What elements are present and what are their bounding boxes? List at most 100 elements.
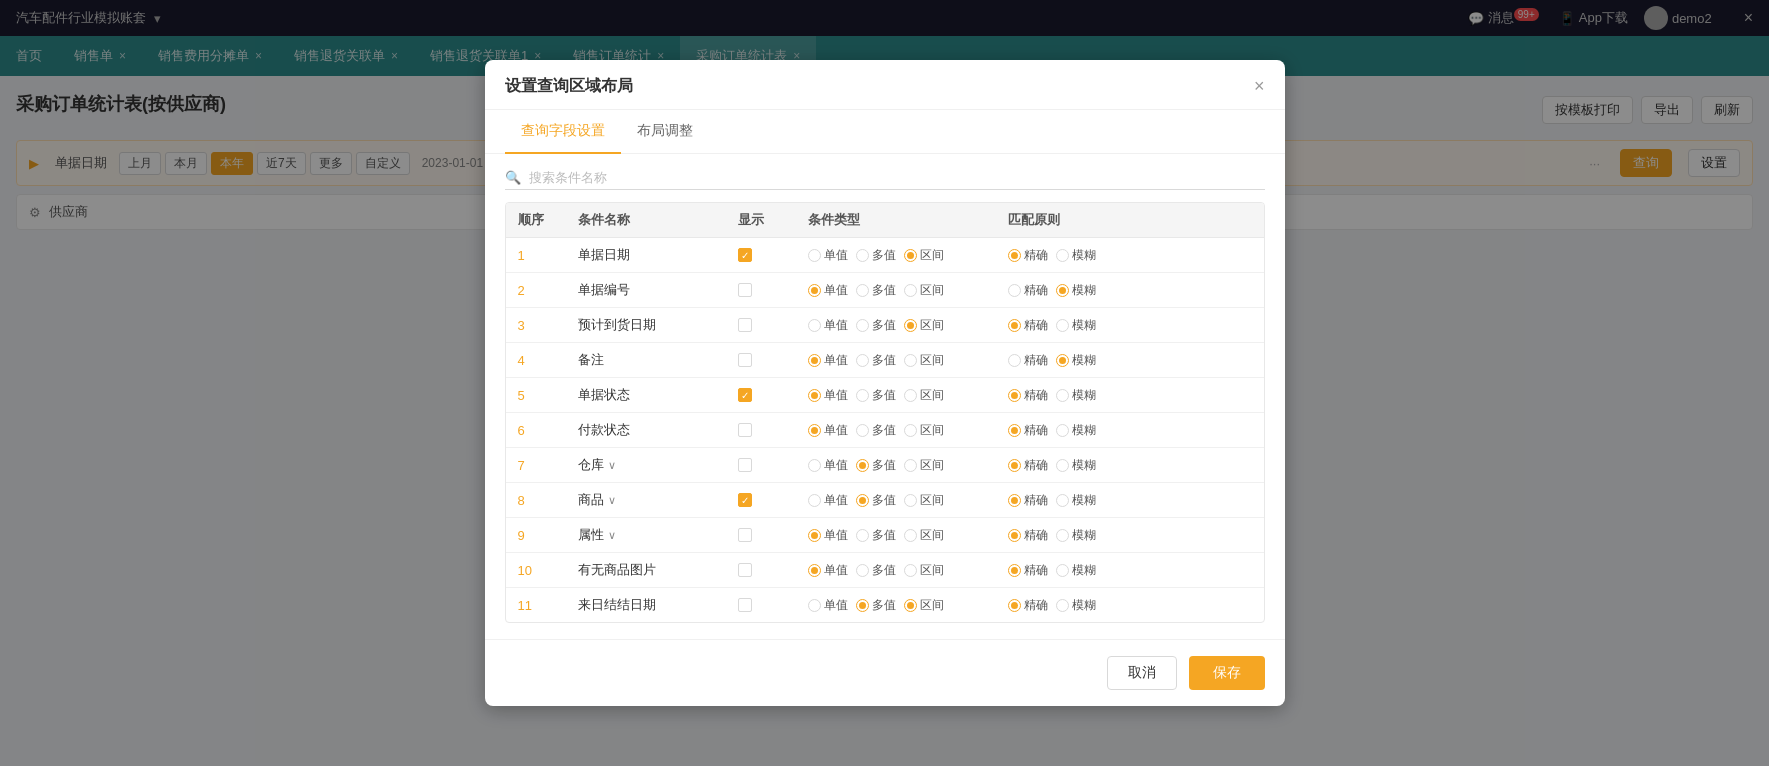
radio-multi[interactable]: 多值: [856, 492, 896, 509]
row-num: 2: [518, 283, 578, 298]
radio-range[interactable]: 区间: [904, 352, 944, 369]
radio-circle: [808, 354, 821, 367]
radio-single[interactable]: 单值: [808, 562, 848, 579]
radio-exact[interactable]: 精确: [1008, 282, 1048, 299]
table-header-row: 顺序 条件名称 显示 条件类型 匹配原则: [506, 203, 1264, 238]
condition-type-group: 单值 多值 区间: [808, 492, 1008, 509]
radio-single[interactable]: 单值: [808, 247, 848, 264]
radio-single[interactable]: 单值: [808, 282, 848, 299]
radio-exact[interactable]: 精确: [1008, 492, 1048, 509]
radio-exact[interactable]: 精确: [1008, 562, 1048, 579]
radio-single[interactable]: 单值: [808, 422, 848, 439]
radio-range[interactable]: 区间: [904, 492, 944, 509]
radio-range[interactable]: 区间: [904, 387, 944, 404]
row-num: 7: [518, 458, 578, 473]
radio-single[interactable]: 单值: [808, 492, 848, 509]
row-num: 11: [518, 598, 578, 613]
radio-range[interactable]: 区间: [904, 317, 944, 334]
table-row: 9属性 ∨ 单值 多值 区间 精确 模糊: [506, 518, 1264, 553]
radio-exact[interactable]: 精确: [1008, 457, 1048, 474]
radio-fuzzy[interactable]: 模糊: [1056, 597, 1096, 614]
radio-exact[interactable]: 精确: [1008, 247, 1048, 264]
radio-single[interactable]: 单值: [808, 457, 848, 474]
radio-multi[interactable]: 多值: [856, 457, 896, 474]
radio-fuzzy[interactable]: 模糊: [1056, 457, 1096, 474]
row-name: 商品 ∨: [578, 491, 738, 509]
radio-exact[interactable]: 精确: [1008, 317, 1048, 334]
radio-multi[interactable]: 多值: [856, 527, 896, 544]
radio-exact[interactable]: 精确: [1008, 422, 1048, 439]
radio-circle: [808, 529, 821, 542]
display-checkbox[interactable]: [738, 283, 752, 297]
radio-multi[interactable]: 多值: [856, 247, 896, 264]
radio-single[interactable]: 单值: [808, 352, 848, 369]
save-button[interactable]: 保存: [1189, 656, 1265, 690]
display-checkbox[interactable]: [738, 598, 752, 612]
display-checkbox[interactable]: [738, 248, 752, 262]
radio-single[interactable]: 单值: [808, 317, 848, 334]
display-checkbox[interactable]: [738, 493, 752, 507]
radio-circle: [808, 424, 821, 437]
radio-range[interactable]: 区间: [904, 282, 944, 299]
radio-circle: [808, 249, 821, 262]
radio-exact[interactable]: 精确: [1008, 597, 1048, 614]
dialog-tab-layout[interactable]: 布局调整: [621, 110, 709, 154]
display-checkbox[interactable]: [738, 458, 752, 472]
dialog-tab-fields[interactable]: 查询字段设置: [505, 110, 621, 154]
radio-range[interactable]: 区间: [904, 562, 944, 579]
radio-exact[interactable]: 精确: [1008, 527, 1048, 544]
dialog-close-button[interactable]: ×: [1254, 76, 1265, 97]
display-checkbox[interactable]: [738, 423, 752, 437]
radio-exact[interactable]: 精确: [1008, 387, 1048, 404]
radio-fuzzy[interactable]: 模糊: [1056, 282, 1096, 299]
display-checkbox[interactable]: [738, 528, 752, 542]
radio-multi[interactable]: 多值: [856, 597, 896, 614]
match-rule-group: 精确 模糊: [1008, 317, 1208, 334]
row-name: 付款状态: [578, 421, 738, 439]
cancel-button[interactable]: 取消: [1107, 656, 1177, 690]
radio-fuzzy[interactable]: 模糊: [1056, 492, 1096, 509]
radio-fuzzy[interactable]: 模糊: [1056, 387, 1096, 404]
radio-circle: [856, 284, 869, 297]
radio-fuzzy[interactable]: 模糊: [1056, 422, 1096, 439]
display-checkbox[interactable]: [738, 388, 752, 402]
radio-multi[interactable]: 多值: [856, 282, 896, 299]
radio-range[interactable]: 区间: [904, 422, 944, 439]
search-icon: 🔍: [505, 170, 521, 185]
condition-type-group: 单值 多值 区间: [808, 457, 1008, 474]
radio-exact[interactable]: 精确: [1008, 352, 1048, 369]
radio-multi[interactable]: 多值: [856, 387, 896, 404]
radio-multi[interactable]: 多值: [856, 352, 896, 369]
radio-circle: [904, 249, 917, 262]
radio-range[interactable]: 区间: [904, 597, 944, 614]
match-rule-group: 精确 模糊: [1008, 492, 1208, 509]
settings-dialog: 设置查询区域布局 × 查询字段设置 布局调整 🔍 顺序 条件名称: [485, 60, 1285, 706]
radio-circle: [904, 459, 917, 472]
radio-multi[interactable]: 多值: [856, 562, 896, 579]
radio-range[interactable]: 区间: [904, 457, 944, 474]
radio-fuzzy[interactable]: 模糊: [1056, 352, 1096, 369]
radio-range[interactable]: 区间: [904, 247, 944, 264]
radio-single[interactable]: 单值: [808, 527, 848, 544]
radio-circle: [1056, 319, 1069, 332]
chevron-icon: ∨: [608, 529, 616, 542]
radio-multi[interactable]: 多值: [856, 317, 896, 334]
display-checkbox[interactable]: [738, 318, 752, 332]
condition-type-group: 单值 多值 区间: [808, 597, 1008, 614]
radio-circle: [856, 249, 869, 262]
radio-fuzzy[interactable]: 模糊: [1056, 527, 1096, 544]
row-name: 备注: [578, 351, 738, 369]
radio-single[interactable]: 单值: [808, 597, 848, 614]
header-type: 条件类型: [808, 211, 1008, 229]
search-input[interactable]: [529, 170, 1265, 185]
radio-fuzzy[interactable]: 模糊: [1056, 247, 1096, 264]
radio-single[interactable]: 单值: [808, 387, 848, 404]
radio-fuzzy[interactable]: 模糊: [1056, 317, 1096, 334]
radio-range[interactable]: 区间: [904, 527, 944, 544]
radio-circle: [856, 319, 869, 332]
display-checkbox[interactable]: [738, 563, 752, 577]
row-name: 单据状态: [578, 386, 738, 404]
radio-fuzzy[interactable]: 模糊: [1056, 562, 1096, 579]
radio-multi[interactable]: 多值: [856, 422, 896, 439]
display-checkbox[interactable]: [738, 353, 752, 367]
